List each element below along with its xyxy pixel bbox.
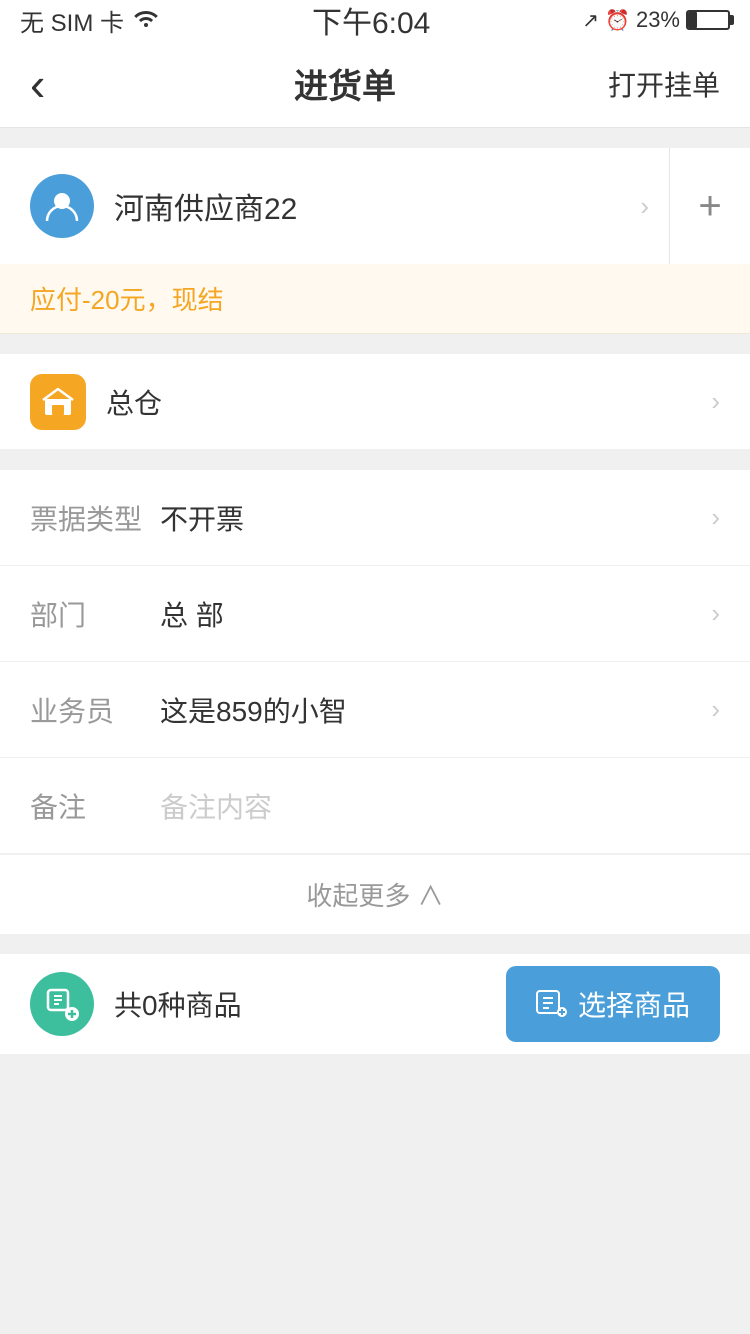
section-gap-1 xyxy=(0,128,750,148)
invoice-type-row[interactable]: 票据类型 不开票 › xyxy=(0,470,750,566)
supplier-name: 河南供应商22 xyxy=(114,184,630,228)
section-gap-3 xyxy=(0,450,750,470)
select-product-label: 选择商品 xyxy=(578,984,690,1024)
invoice-type-label: 票据类型 xyxy=(30,498,160,538)
department-row[interactable]: 部门 总 部 › xyxy=(0,566,750,662)
warehouse-name: 总仓 xyxy=(106,382,701,422)
remark-input[interactable]: 备注内容 xyxy=(160,786,720,826)
battery-icon xyxy=(686,10,730,30)
notice-bar: 应付-20元，现结 xyxy=(0,264,750,334)
remark-row[interactable]: 备注 备注内容 xyxy=(0,758,750,854)
salesperson-value: 这是859的小智 xyxy=(160,690,711,730)
add-supplier-button[interactable]: + xyxy=(670,148,750,264)
select-product-button[interactable]: 选择商品 xyxy=(506,966,720,1042)
notice-text: 应付-20元，现结 xyxy=(30,285,224,315)
supplier-avatar xyxy=(30,174,94,238)
page-title: 进货单 xyxy=(90,59,600,108)
department-chevron-icon: › xyxy=(711,598,720,629)
alarm-icon: ⏰ xyxy=(605,8,630,33)
status-left: 无 SIM 卡 xyxy=(20,3,160,38)
department-value: 总 部 xyxy=(160,594,711,634)
salesperson-chevron-icon: › xyxy=(711,694,720,725)
bottom-section: 共0种商品 选择商品 xyxy=(0,954,750,1054)
nav-bar: ‹ 进货单 打开挂单 xyxy=(0,40,750,128)
open-pending-button[interactable]: 打开挂单 xyxy=(600,64,720,104)
product-count-label: 共0种商品 xyxy=(114,984,506,1024)
collapse-button[interactable]: 收起更多 ∧ xyxy=(0,854,750,934)
supplier-chevron-icon: › xyxy=(640,191,649,222)
carrier-label: 无 SIM 卡 xyxy=(20,3,124,38)
supplier-selector[interactable]: 河南供应商22 › xyxy=(0,148,670,264)
invoice-type-value: 不开票 xyxy=(160,498,711,538)
warehouse-icon-wrap xyxy=(30,374,86,430)
wifi-icon xyxy=(132,7,160,33)
status-time: 下午6:04 xyxy=(312,0,430,42)
status-bar: 无 SIM 卡 下午6:04 ↗ ⏰ 23% xyxy=(0,0,750,40)
warehouse-chevron-icon: › xyxy=(711,386,720,417)
battery-percent: 23% xyxy=(636,7,680,33)
department-label: 部门 xyxy=(30,594,160,634)
back-button[interactable]: ‹ xyxy=(30,57,90,111)
location-icon: ↗ xyxy=(582,8,599,33)
collapse-label: 收起更多 ∧ xyxy=(306,876,443,913)
warehouse-row[interactable]: 总仓 › xyxy=(0,354,750,450)
section-gap-2 xyxy=(0,334,750,354)
salesperson-label: 业务员 xyxy=(30,690,160,730)
remark-label: 备注 xyxy=(30,786,160,826)
salesperson-row[interactable]: 业务员 这是859的小智 › xyxy=(0,662,750,758)
cart-icon-wrap xyxy=(30,972,94,1036)
supplier-section: 河南供应商22 › + xyxy=(0,148,750,264)
invoice-type-chevron-icon: › xyxy=(711,502,720,533)
status-right: ↗ ⏰ 23% xyxy=(582,7,730,33)
